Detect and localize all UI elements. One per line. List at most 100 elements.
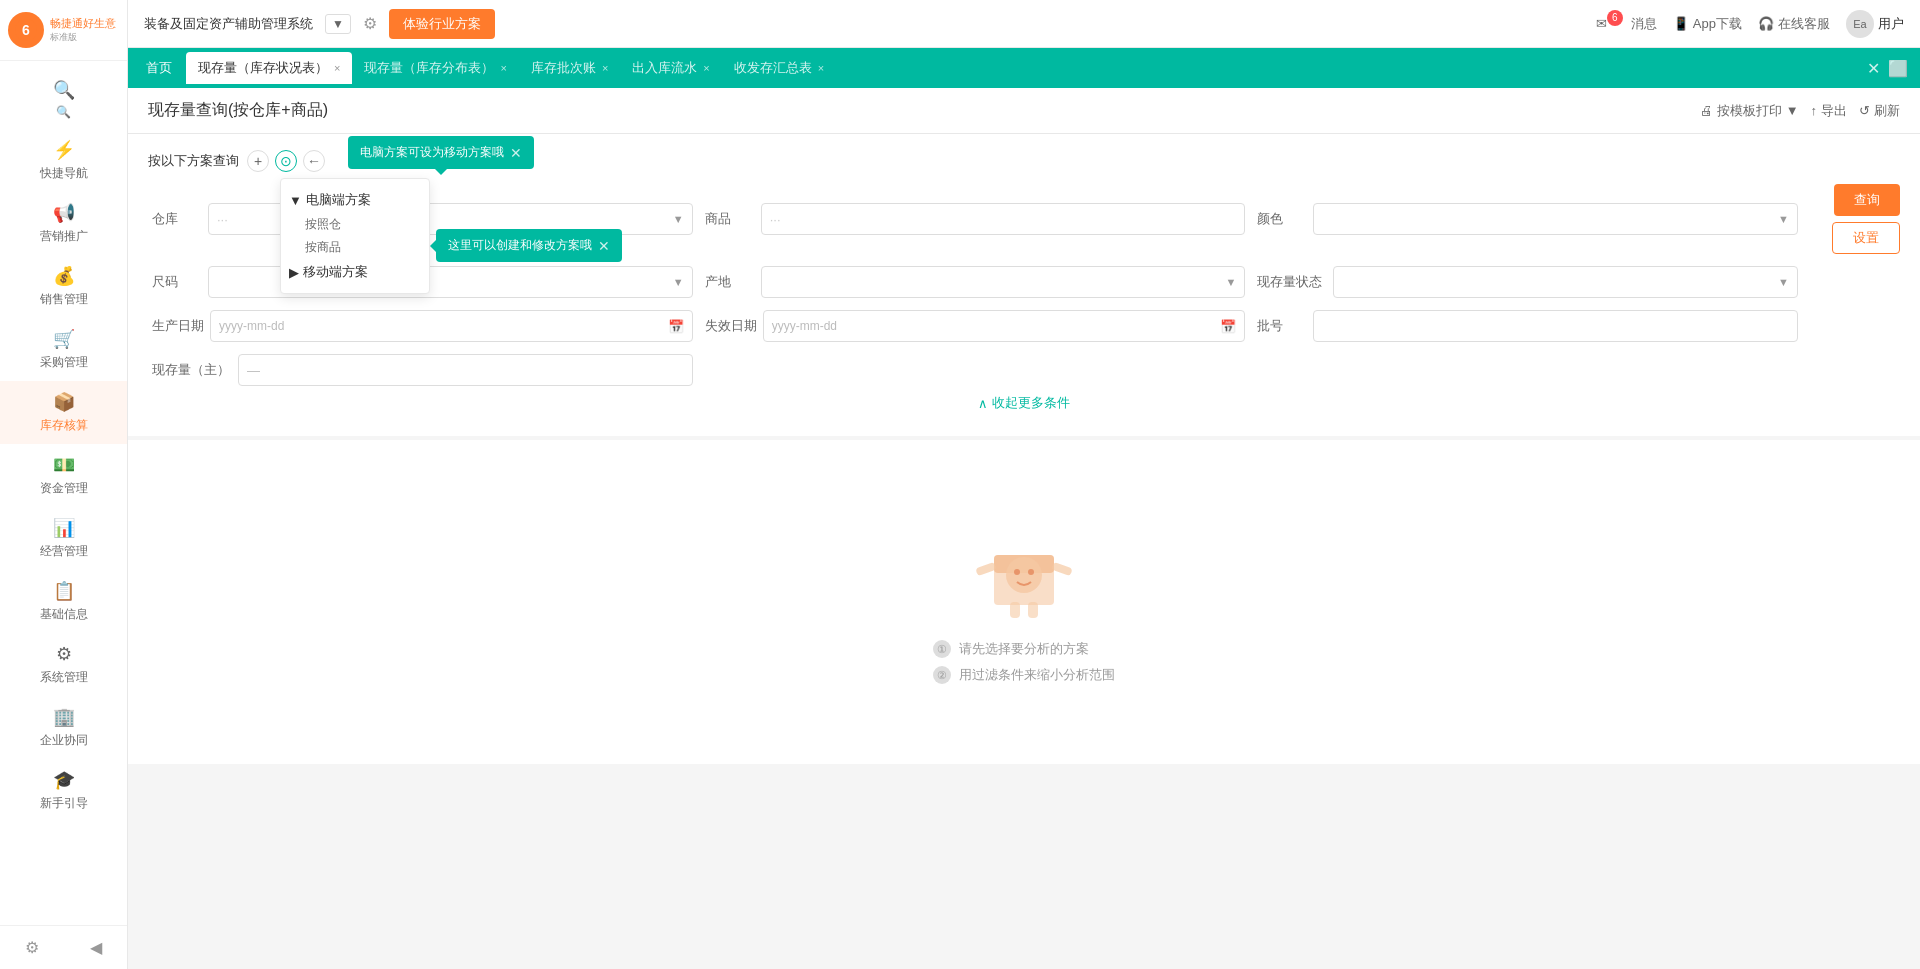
sidebar-item-system[interactable]: ⚙ 系统管理 xyxy=(0,633,127,696)
sidebar-item-enterprise[interactable]: 🏢 企业协同 xyxy=(0,696,127,759)
tab-item-3[interactable]: 出入库流水 × xyxy=(620,52,721,84)
tab-close-1[interactable]: × xyxy=(500,62,506,74)
prod-date-input[interactable]: yyyy-mm-dd 📅 xyxy=(210,310,693,342)
sidebar-item-purchase[interactable]: 🛒 采购管理 xyxy=(0,318,127,381)
sidebar-item-search[interactable]: 🔍 🔍 xyxy=(0,69,127,129)
tab-label-4: 收发存汇总表 xyxy=(734,59,812,77)
trial-button[interactable]: 体验行业方案 xyxy=(389,9,495,39)
system-dropdown[interactable]: ▼ xyxy=(325,14,351,34)
sidebar-menu: 🔍 🔍 ⚡ 快捷导航 📢 营销推广 💰 销售管理 🛒 采购管理 📦 库存核算 💵… xyxy=(0,61,127,925)
refresh-icon: ↺ xyxy=(1859,103,1870,118)
size-label: 尺码 xyxy=(152,273,202,291)
sidebar-item-operations[interactable]: 📊 经营管理 xyxy=(0,507,127,570)
headset-icon: 🎧 xyxy=(1758,16,1774,31)
color-label: 颜色 xyxy=(1257,210,1307,228)
sidebar-settings-btn[interactable]: ⚙ xyxy=(25,938,39,957)
tab-item-1[interactable]: 现存量（库存分布表） × xyxy=(352,52,518,84)
sidebar-item-enterprise-label: 企业协同 xyxy=(40,732,88,749)
page-actions: 🖨 按模板打印 ▼ ↑ 导出 ↺ 刷新 xyxy=(1700,102,1900,120)
svg-point-4 xyxy=(1006,557,1042,593)
avatar-text: Ea xyxy=(1853,18,1866,30)
goods-label: 商品 xyxy=(705,210,755,228)
search-button[interactable]: 查询 xyxy=(1834,184,1900,216)
filter-row-3: 生产日期 yyyy-mm-dd 📅 失效日期 yyyy-mm-dd 📅 xyxy=(152,310,1900,342)
tab-label-1: 现存量（库存分布表） xyxy=(364,59,494,77)
main-area: 装备及固定资产辅助管理系统 ▼ ⚙ 体验行业方案 ✉ 6 消息 📱 App下载 … xyxy=(128,0,1920,969)
batch-input[interactable] xyxy=(1313,310,1798,342)
tooltip1-close-icon[interactable]: ✕ xyxy=(510,145,522,161)
origin-dropdown-icon: ▼ xyxy=(1225,276,1236,288)
tab-item-2[interactable]: 库存批次账 × xyxy=(519,52,620,84)
page-title: 现存量查询(按仓库+商品) xyxy=(148,100,328,121)
sidebar-item-basic[interactable]: 📋 基础信息 xyxy=(0,570,127,633)
stock-qty-input[interactable]: — xyxy=(238,354,693,386)
filter-edit-btn[interactable]: ⊙ xyxy=(275,150,297,172)
reset-button[interactable]: 设置 xyxy=(1832,222,1900,254)
basic-icon: 📋 xyxy=(53,580,75,602)
refresh-btn[interactable]: ↺ 刷新 xyxy=(1859,102,1900,120)
page-header: 现存量查询(按仓库+商品) 🖨 按模板打印 ▼ ↑ 导出 ↺ 刷新 xyxy=(128,88,1920,134)
refresh-label: 刷新 xyxy=(1874,102,1900,120)
sidebar-item-warehouse[interactable]: 📦 库存核算 xyxy=(0,381,127,444)
tab-close-3[interactable]: × xyxy=(703,62,709,74)
scheme-sub-item-2[interactable]: 按商品 xyxy=(297,236,429,259)
purchase-icon: 🛒 xyxy=(53,328,75,350)
tab-close-all-btn[interactable]: ✕ xyxy=(1867,59,1880,78)
home-tab[interactable]: 首页 xyxy=(132,59,186,77)
sidebar-item-sales[interactable]: 💰 销售管理 xyxy=(0,255,127,318)
color-select[interactable]: ▼ xyxy=(1313,203,1798,235)
tooltip2-text: 这里可以创建和修改方案哦 xyxy=(448,237,592,254)
tab-label-0: 现存量（库存状况表） xyxy=(198,59,328,77)
tooltip1-text: 电脑方案可设为移动方案哦 xyxy=(360,144,504,161)
app-download-btn[interactable]: 📱 App下载 xyxy=(1673,15,1742,33)
tab-maximize-btn[interactable]: ⬜ xyxy=(1888,59,1908,78)
stock-status-select[interactable]: ▼ xyxy=(1333,266,1798,298)
scheme-tree-mobile[interactable]: ▶ 移动端方案 xyxy=(281,259,429,285)
scheme-tree-pc[interactable]: ▼ 电脑端方案 xyxy=(281,187,429,213)
scheme-sub-item-1[interactable]: 按照仓 xyxy=(297,213,429,236)
sidebar-item-guide[interactable]: 🎓 新手引导 xyxy=(0,759,127,822)
tab-item-0[interactable]: 现存量（库存状况表） × xyxy=(186,52,352,84)
settings-gear-icon[interactable]: ⚙ xyxy=(363,14,377,33)
filter-back-btn[interactable]: ← xyxy=(303,150,325,172)
scheme-pc-arrow: ▼ xyxy=(289,193,302,208)
origin-select[interactable]: ▼ xyxy=(761,266,1246,298)
online-service-label: 在线客服 xyxy=(1778,15,1830,33)
tooltip2-close-icon[interactable]: ✕ xyxy=(598,238,610,254)
filter-add-btn[interactable]: + xyxy=(247,150,269,172)
empty-tip-num-2: ② xyxy=(933,666,951,684)
sidebar-item-purchase-label: 采购管理 xyxy=(40,354,88,371)
sidebar-item-marketing[interactable]: 📢 营销推广 xyxy=(0,192,127,255)
warehouse-label: 仓库 xyxy=(152,210,202,228)
sidebar-collapse-btn[interactable]: ◀ xyxy=(90,938,102,957)
tab-close-4[interactable]: × xyxy=(818,62,824,74)
tab-close-0[interactable]: × xyxy=(334,62,340,74)
sales-icon: 💰 xyxy=(53,265,75,287)
exp-date-input[interactable]: yyyy-mm-dd 📅 xyxy=(763,310,1246,342)
tabs-bar: 首页 现存量（库存状况表） × 现存量（库存分布表） × 库存批次账 × 出入库… xyxy=(128,48,1920,88)
svg-rect-8 xyxy=(1051,562,1073,576)
scheme-mobile-label: 移动端方案 xyxy=(303,263,368,281)
sidebar-item-operations-label: 经营管理 xyxy=(40,543,88,560)
print-btn[interactable]: 🖨 按模板打印 ▼ xyxy=(1700,102,1799,120)
sidebar-item-fastnav[interactable]: ⚡ 快捷导航 xyxy=(0,129,127,192)
svg-rect-10 xyxy=(1028,602,1038,618)
export-btn[interactable]: ↑ 导出 xyxy=(1811,102,1848,120)
sidebar-item-finance[interactable]: 💵 资金管理 xyxy=(0,444,127,507)
scheme-mobile-arrow: ▶ xyxy=(289,265,299,280)
user-area[interactable]: Ea 用户 xyxy=(1846,10,1904,38)
goods-input[interactable]: ··· xyxy=(761,203,1246,235)
tab-close-2[interactable]: × xyxy=(602,62,608,74)
warehouse-dots: ··· xyxy=(217,212,228,227)
marketing-icon: 📢 xyxy=(53,202,75,224)
operations-icon: 📊 xyxy=(53,517,75,539)
fast-nav-icon: ⚡ xyxy=(53,139,75,161)
collapse-conditions-btn[interactable]: ∧ 收起更多条件 xyxy=(148,386,1900,420)
filter-actions: + ⊙ ← xyxy=(247,150,325,172)
tab-item-4[interactable]: 收发存汇总表 × xyxy=(722,52,836,84)
warehouse-icon: 📦 xyxy=(53,391,75,413)
message-btn[interactable]: ✉ 6 消息 xyxy=(1596,15,1657,33)
online-service-btn[interactable]: 🎧 在线客服 xyxy=(1758,15,1830,33)
batch-label: 批号 xyxy=(1257,317,1307,335)
username-label: 用户 xyxy=(1878,15,1904,33)
